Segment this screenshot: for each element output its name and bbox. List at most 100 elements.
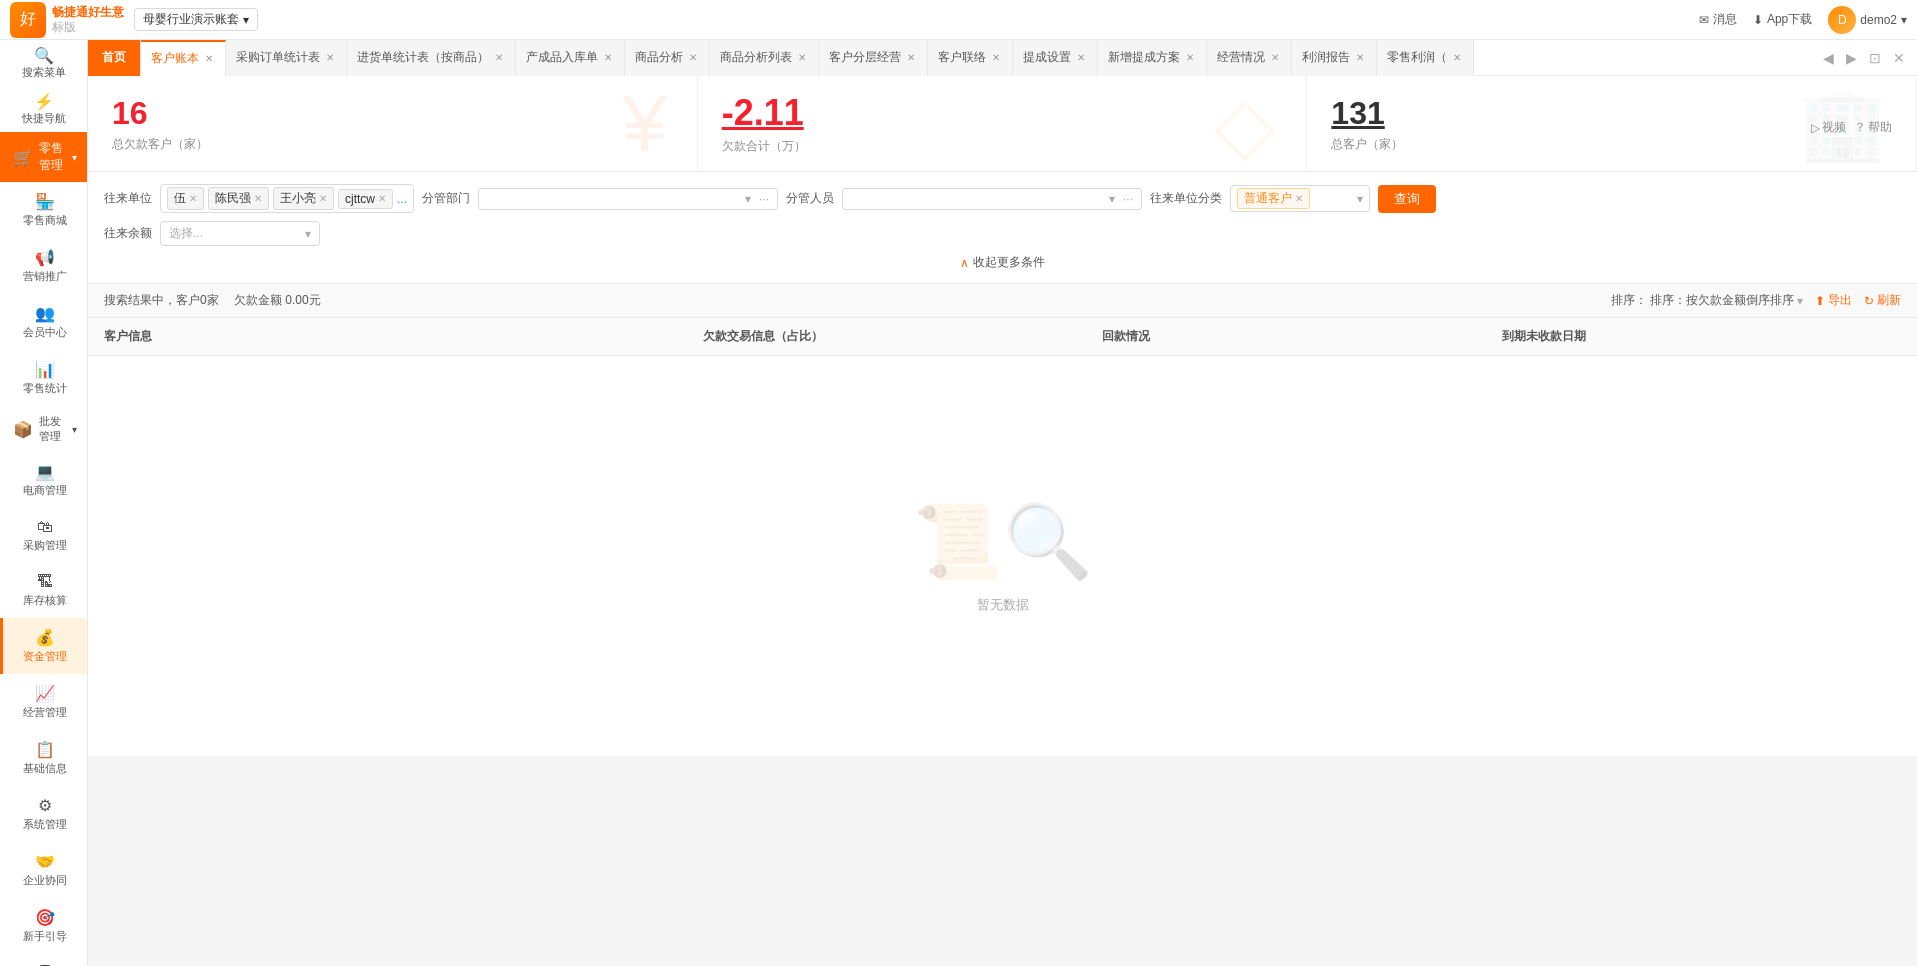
purchase-icon: 🛍	[37, 518, 53, 536]
tab-close-btn[interactable]: ✕	[1354, 51, 1366, 64]
tab-close-btn[interactable]: ✕	[324, 51, 336, 64]
classify-tag-normal[interactable]: 普通客户 ✕	[1237, 188, 1310, 209]
sort-select[interactable]: 排序： 排序：按欠款金额倒序排序 ▾	[1611, 292, 1803, 309]
tab-production-inbound[interactable]: 产成品入库单 ✕	[516, 40, 625, 76]
collapse-btn[interactable]: ∧ 收起更多条件	[960, 254, 1045, 271]
org-unit-input[interactable]: 伍 ✕ 陈民强 ✕ 王小亮 ✕	[160, 184, 414, 213]
tab-close-btn[interactable]: ✕	[493, 51, 505, 64]
top-right: ✉ 消息 ⬇ App下载 D demo2 ▾	[1699, 6, 1907, 34]
sidebar-item-basics[interactable]: 📋 基础信息	[0, 730, 87, 786]
stat-number-amount: -2.11	[722, 92, 806, 134]
filter-row-2: 往来余额 选择... ▾	[104, 221, 1901, 246]
export-icon: ⬆	[1815, 294, 1825, 308]
org-selector[interactable]: 母婴行业演示账套 ▾	[134, 8, 258, 31]
org-tag-cjttcw[interactable]: cjttcw ✕	[338, 189, 393, 209]
wholesale-icon: 📦	[13, 420, 33, 439]
remainder-label: 往来余额	[104, 225, 152, 242]
tab-customer-contact[interactable]: 客户联络 ✕	[928, 40, 1013, 76]
result-info: 搜索结果中，客户0家 欠款金额 0.00元	[104, 292, 321, 309]
col-customer-info: 客户信息	[104, 328, 703, 345]
tab-close-btn[interactable]: ✕	[1269, 51, 1281, 64]
tab-close-btn[interactable]: ✕	[203, 52, 215, 65]
dept-select[interactable]: ▾ ···	[478, 188, 778, 210]
export-btn[interactable]: ⬆ 导出	[1815, 292, 1852, 309]
org-tag-wu[interactable]: 伍 ✕	[167, 187, 204, 210]
tab-promotion-settings[interactable]: 提成设置 ✕	[1013, 40, 1098, 76]
search-menu-btn[interactable]: 🔍 搜索菜单	[0, 40, 87, 86]
dept-label: 分管部门	[422, 190, 470, 207]
collapse-icon: ∧	[960, 256, 969, 270]
org-tag-wang[interactable]: 王小亮 ✕	[273, 187, 334, 210]
sidebar-item-wholesale[interactable]: 📦 批发管理 ▾	[0, 406, 87, 452]
sidebar-item-newguide[interactable]: 🎯 新手引导	[0, 898, 87, 954]
tab-retail-profit[interactable]: 零售利润（ ✕	[1377, 40, 1474, 76]
sidebar-item-retailstats[interactable]: 📊 零售统计	[0, 350, 87, 406]
sidebar-item-operation[interactable]: 📈 经营管理	[0, 674, 87, 730]
tab-close-btn[interactable]: ✕	[990, 51, 1002, 64]
tab-close-all-btn[interactable]: ✕	[1889, 48, 1909, 68]
sidebar-item-retail[interactable]: 🛒 零售管理 ▾	[0, 132, 87, 182]
logo-area: 好 畅捷通好生意 标版	[10, 2, 124, 38]
tab-next-btn[interactable]: ▶	[1842, 48, 1861, 68]
tab-new-promotion[interactable]: 新增提成方案 ✕	[1098, 40, 1207, 76]
tab-close-btn[interactable]: ✕	[687, 51, 699, 64]
tab-customer-account[interactable]: 客户账本 ✕	[141, 40, 226, 76]
tab-expand-btn[interactable]: ⊡	[1865, 48, 1885, 68]
messages-btn[interactable]: ✉ 消息	[1699, 11, 1737, 28]
basics-icon: 📋	[35, 740, 55, 759]
result-bar: 搜索结果中，客户0家 欠款金额 0.00元 排序： 排序：按欠款金额倒序排序 ▾…	[88, 284, 1917, 318]
sidebar-item-enterprise[interactable]: 🤝 企业协同	[0, 842, 87, 898]
tags-more-btn[interactable]: ...	[397, 192, 407, 206]
tab-close-btn[interactable]: ✕	[1075, 51, 1087, 64]
tab-close-btn[interactable]: ✕	[602, 51, 614, 64]
sidebar-item-marketing[interactable]: 📢 营销推广	[0, 238, 87, 294]
chevron-down-icon: ▾	[1901, 13, 1907, 27]
sidebar-item-inventory[interactable]: 🏗 库存核算	[0, 563, 87, 618]
chevron-down-icon: ▾	[243, 13, 249, 27]
tab-product-analysis[interactable]: 商品分析 ✕	[625, 40, 710, 76]
remove-tag-chen[interactable]: ✕	[254, 193, 262, 204]
remove-tag-wu[interactable]: ✕	[189, 193, 197, 204]
sidebar-item-retailmall[interactable]: 🏪 零售商城	[0, 182, 87, 238]
tab-prev-btn[interactable]: ◀	[1819, 48, 1838, 68]
tab-close-btn[interactable]: ✕	[1184, 51, 1196, 64]
remainder-select[interactable]: 选择... ▾	[160, 221, 320, 246]
sidebar-item-system[interactable]: ⚙ 系统管理	[0, 786, 87, 842]
tab-home[interactable]: 首页	[88, 40, 141, 76]
sidebar-item-purchase[interactable]: 🛍 采购管理	[0, 508, 87, 563]
tab-inbound-stats[interactable]: 进货单统计表（按商品） ✕	[347, 40, 516, 76]
tab-profit-report[interactable]: 利润报告 ✕	[1292, 40, 1377, 76]
remove-tag-cjttcw[interactable]: ✕	[378, 193, 386, 204]
retail-icon: 🛒	[13, 148, 33, 167]
remove-tag-wang[interactable]: ✕	[319, 193, 327, 204]
stat-card-total-customers: 🏢 131 总客户（家） ▷ 视频 ？ 帮助	[1307, 76, 1917, 171]
tab-close-btn[interactable]: ✕	[905, 51, 917, 64]
org-tag-chen[interactable]: 陈民强 ✕	[208, 187, 269, 210]
tab-close-btn[interactable]: ✕	[796, 51, 808, 64]
sidebar-nav: 🛒 零售管理 ▾ 🏪 零售商城 📢 营销推广 👥 会员中心 📊	[0, 132, 87, 966]
empty-text: 暂无数据	[977, 596, 1029, 614]
classify-input[interactable]: 普通客户 ✕ ▾	[1230, 185, 1370, 212]
remove-classify-tag[interactable]: ✕	[1295, 193, 1303, 204]
query-button[interactable]: 查询	[1378, 185, 1436, 213]
sidebar-item-member[interactable]: 👥 会员中心	[0, 294, 87, 350]
tab-close-btn[interactable]: ✕	[1451, 51, 1463, 64]
tab-bar-end: ◀ ▶ ⊡ ✕	[1819, 48, 1917, 68]
tab-purchase-order[interactable]: 采购订单统计表 ✕	[226, 40, 347, 76]
person-select[interactable]: ▾ ···	[842, 188, 1142, 210]
stat-card-owed-amount: ◇ -2.11 欠款合计（万）	[698, 76, 1308, 171]
classify-label: 往来单位分类	[1150, 190, 1222, 207]
content-area: 首页 客户账本 ✕ 采购订单统计表 ✕ 进货单统计表（按商品） ✕ 产成品入库单…	[88, 40, 1917, 966]
quick-nav-btn[interactable]: ⚡ 快捷导航	[0, 86, 87, 132]
sidebar-item-finance[interactable]: 💰 资金管理	[0, 618, 87, 674]
sidebar-item-ecommerce[interactable]: 💻 电商管理	[0, 452, 87, 508]
tab-product-analysis-list[interactable]: 商品分析列表 ✕	[710, 40, 819, 76]
app-download-btn[interactable]: ⬇ App下载	[1753, 11, 1812, 28]
refresh-btn[interactable]: ↻ 刷新	[1864, 292, 1901, 309]
finance-icon: 💰	[35, 628, 55, 647]
tab-business-status[interactable]: 经营情况 ✕	[1207, 40, 1292, 76]
avatar: D	[1828, 6, 1856, 34]
user-menu[interactable]: D demo2 ▾	[1828, 6, 1907, 34]
tab-customer-segment[interactable]: 客户分层经营 ✕	[819, 40, 928, 76]
sidebar-item-appcenter[interactable]: 📱 应用中心	[0, 954, 87, 966]
